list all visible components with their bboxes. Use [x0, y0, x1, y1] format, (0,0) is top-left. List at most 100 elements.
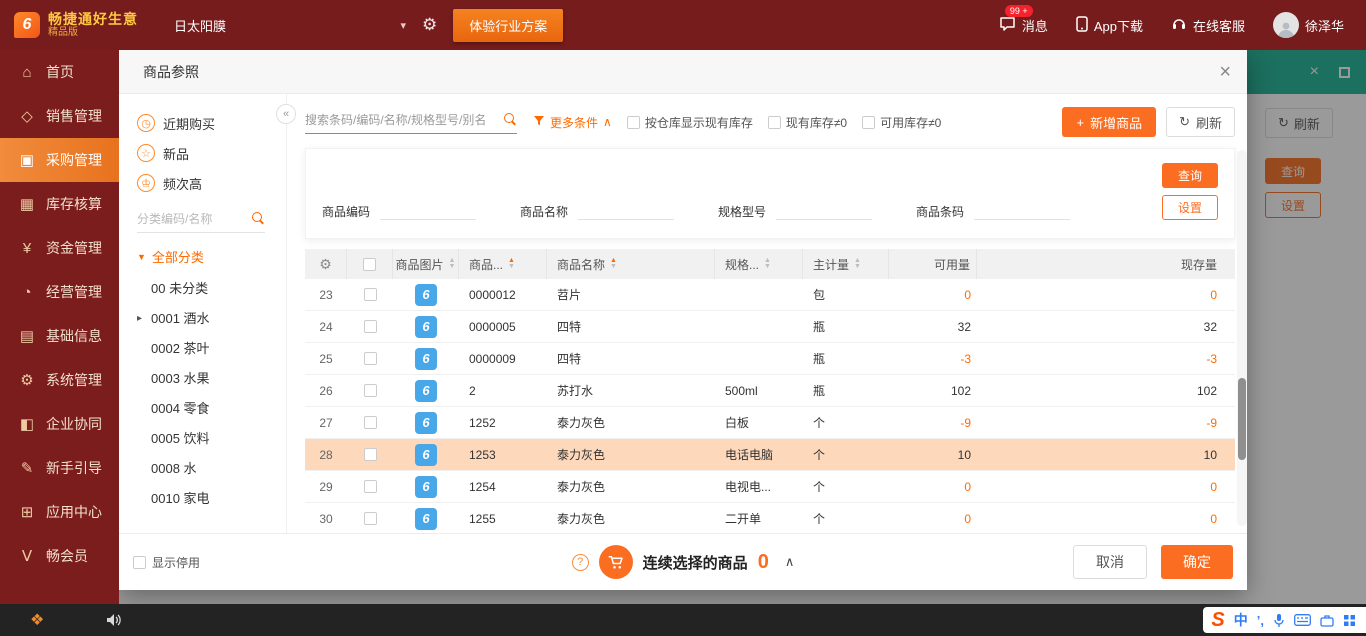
sidebar-item-home[interactable]: ⌂ 首页 [0, 50, 119, 94]
product-search-input[interactable]: 搜索条码/编码/名称/规格型号/别名 [305, 111, 517, 134]
scrollbar-thumb[interactable] [1238, 378, 1246, 460]
checkbox-box[interactable] [767, 115, 781, 129]
stock-filter-checkbox[interactable]: 按仓库显示现有库存 [626, 114, 753, 131]
confirm-button[interactable]: 确定 [1161, 545, 1233, 579]
quick-filter-high-frequency[interactable]: ♔ 频次高 [137, 168, 286, 198]
row-checkbox[interactable] [363, 352, 377, 365]
table-row[interactable]: 27 6 1252 泰力灰色 白板 个 -9 -9 [305, 407, 1235, 439]
sidebar-item-collab[interactable]: ◧ 企业协同 [0, 402, 119, 446]
search-icon[interactable] [252, 212, 265, 225]
sogou-logo[interactable]: S [1211, 610, 1224, 630]
table-row[interactable]: 23 6 0000012 苕片 包 0 0 [305, 279, 1235, 311]
speaker-icon[interactable] [106, 613, 122, 627]
category-item[interactable]: 0001 酒水 [137, 304, 286, 334]
table-row[interactable]: 25 6 0000009 四特 瓶 -3 -3 [305, 343, 1235, 375]
category-item[interactable]: 0003 水果 [137, 364, 286, 394]
column-settings-gear-icon[interactable]: ⚙ [305, 249, 347, 279]
keyboard-icon[interactable] [1294, 614, 1311, 626]
all-categories-toggle[interactable]: ▼ 全部分类 [137, 247, 286, 266]
table-row[interactable]: 28 6 1253 泰力灰色 电话电脑 个 10 10 [305, 439, 1235, 471]
table-row[interactable]: 29 6 1254 泰力灰色 电视电... 个 0 0 [305, 471, 1235, 503]
search-icon[interactable] [504, 112, 517, 126]
grid-icon[interactable] [1343, 614, 1356, 627]
sidebar-item-system[interactable]: ⚙ 系统管理 [0, 358, 119, 402]
quick-filter-recent-purchase[interactable]: ◷ 近期购买 [137, 108, 286, 138]
row-checkbox[interactable] [363, 384, 377, 397]
close-icon[interactable]: × [1219, 62, 1231, 82]
sidebar-item-inventory[interactable]: ▦ 库存核算 [0, 182, 119, 226]
column-header[interactable]: 现存量 [977, 249, 1235, 279]
column-header[interactable]: 可用量 [889, 249, 977, 279]
column-header[interactable]: 商品名称 ▲ ▼ [547, 249, 715, 279]
sort-icon[interactable]: ▲ ▼ [854, 257, 861, 270]
row-checkbox[interactable] [363, 448, 377, 461]
quick-filter-new-product[interactable]: ☆ 新品 [137, 138, 286, 168]
row-checkbox[interactable] [363, 288, 377, 301]
column-header[interactable]: 主计量 ▲ ▼ [803, 249, 889, 279]
sidebar-item-base-info[interactable]: ▤ 基础信息 [0, 314, 119, 358]
sidebar-item-member[interactable]: Ⅴ 畅会员 [0, 534, 119, 578]
online-support-button[interactable]: 在线客服 [1171, 16, 1245, 35]
column-header[interactable]: 商品图片 ▲ ▼ [393, 249, 459, 279]
select-all-checkbox[interactable] [363, 257, 376, 271]
toolbox-icon[interactable] [1320, 614, 1334, 627]
sidebar-item-purchase[interactable]: ▣ 采购管理 [0, 138, 119, 182]
cancel-button[interactable]: 取消 [1073, 545, 1147, 579]
row-checkbox[interactable] [363, 416, 377, 429]
messages-button[interactable]: 99 + 消息 [999, 4, 1048, 35]
help-icon[interactable]: ? [571, 553, 589, 571]
row-checkbox[interactable] [363, 480, 377, 493]
microphone-icon[interactable] [1273, 613, 1285, 628]
show-disabled-checkbox[interactable]: 显示停用 [133, 554, 433, 571]
collapse-pane-button[interactable]: « [276, 104, 296, 124]
app-download-button[interactable]: App下载 [1076, 15, 1143, 35]
refresh-button[interactable]: ↻ 刷新 [1166, 107, 1235, 137]
company-selector[interactable]: 日太阳膜 ▾ [174, 16, 406, 35]
category-item[interactable]: 0002 茶叶 [137, 334, 286, 364]
taskbar-app-icon[interactable]: ❖ [30, 610, 44, 630]
table-row[interactable]: 24 6 0000005 四特 瓶 32 32 [305, 311, 1235, 343]
sort-icon[interactable]: ▲ ▼ [449, 257, 456, 270]
chevron-up-icon[interactable]: ∧ [785, 554, 795, 570]
checkbox-box[interactable] [626, 115, 640, 129]
sort-icon[interactable]: ▲ ▼ [610, 257, 617, 270]
table-row[interactable]: 26 6 2 苏打水 500ml 瓶 102 102 [305, 375, 1235, 407]
category-item[interactable]: 00 未分类 [137, 274, 286, 304]
more-conditions-toggle[interactable]: 更多条件 ∧ [533, 114, 612, 131]
sidebar-item-guide[interactable]: ✎ 新手引导 [0, 446, 119, 490]
category-item[interactable]: 0008 水 [137, 454, 286, 484]
ime-language-toggle[interactable]: 中 [1234, 610, 1248, 630]
cart-icon[interactable] [598, 545, 633, 579]
sort-icon[interactable]: ▲ ▼ [764, 257, 771, 270]
category-item[interactable]: 0010 家电 [137, 484, 286, 514]
sidebar-item-funds[interactable]: ¥ 资金管理 [0, 226, 119, 270]
filter-field-input[interactable] [974, 202, 1071, 220]
column-header[interactable]: 规格... ▲ ▼ [715, 249, 803, 279]
category-search-input[interactable]: 分类编码/名称 [137, 210, 265, 233]
filter-field-input[interactable] [578, 202, 675, 220]
category-item[interactable]: 0004 零食 [137, 394, 286, 424]
sidebar-item-sales[interactable]: ◇ 销售管理 [0, 94, 119, 138]
checkbox-box[interactable] [133, 555, 146, 569]
row-checkbox[interactable] [363, 512, 377, 525]
gear-icon[interactable]: ⚙ [422, 15, 437, 35]
filter-field-input[interactable] [380, 202, 477, 220]
checkbox-box[interactable] [862, 115, 876, 129]
filter-settings-button[interactable]: 设置 [1162, 195, 1218, 220]
row-checkbox[interactable] [363, 320, 377, 333]
stock-filter-checkbox[interactable]: 现有库存≠0 [767, 114, 847, 131]
stock-filter-checkbox[interactable]: 可用库存≠0 [862, 114, 941, 131]
sidebar-item-operation[interactable]: ◔ 经营管理 [0, 270, 119, 314]
trial-solution-button[interactable]: 体验行业方案 [453, 8, 564, 42]
add-product-button[interactable]: + 新增商品 [1062, 107, 1157, 137]
vertical-scrollbar[interactable] [1237, 150, 1247, 526]
category-item[interactable]: 0005 饮料 [137, 424, 286, 454]
table-row[interactable]: 30 6 1255 泰力灰色 二开单 个 0 0 [305, 503, 1235, 533]
sidebar-item-app-center[interactable]: ⊞ 应用中心 [0, 490, 119, 534]
ime-punctuation-toggle[interactable]: ’, [1257, 613, 1264, 628]
query-button[interactable]: 查询 [1162, 163, 1218, 188]
sort-icon[interactable]: ▲ ▼ [508, 257, 515, 270]
filter-field-input[interactable] [776, 202, 873, 220]
user-menu[interactable]: 徐泽华 [1272, 12, 1344, 38]
column-header[interactable]: 商品... ▲ ▼ [459, 249, 547, 279]
